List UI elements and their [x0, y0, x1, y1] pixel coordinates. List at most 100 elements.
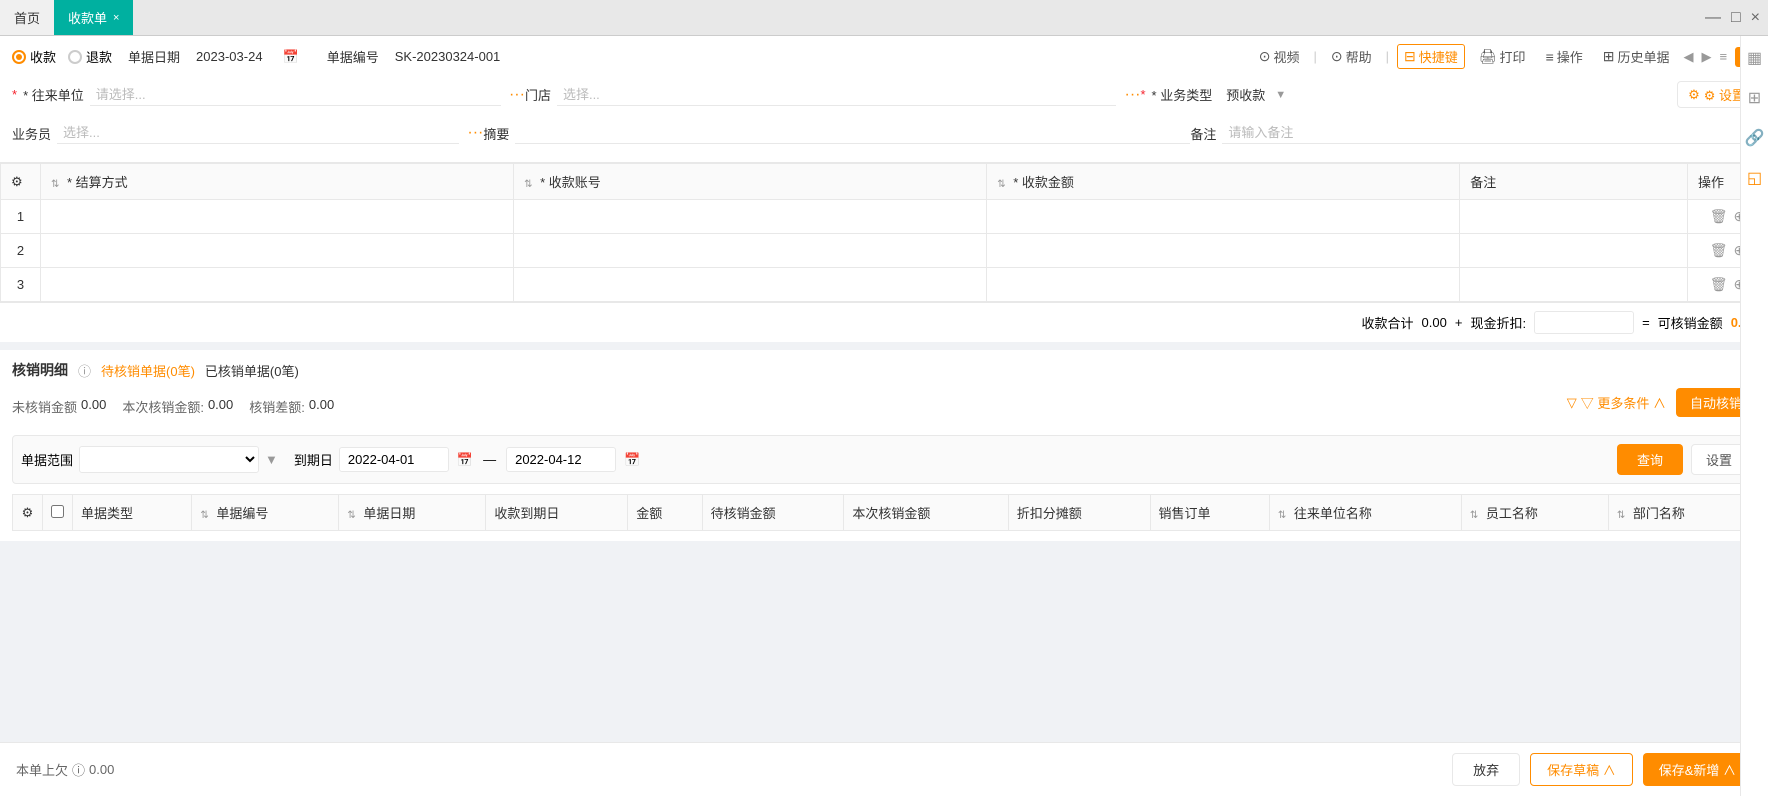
col-account-header: ⇅ * 收款账号 [514, 164, 987, 200]
radio-refund-label: 退款 [86, 47, 112, 66]
row3-settlement[interactable] [41, 268, 514, 302]
staff-input[interactable] [57, 122, 459, 144]
select-all-checkbox[interactable] [51, 505, 64, 518]
col-notes-label: 备注 [1470, 175, 1496, 190]
notes-field: 备注 [1190, 118, 1756, 148]
shop-input[interactable] [557, 84, 1117, 106]
calendar-from-icon[interactable]: 📅 [457, 452, 473, 468]
calendar-to-icon[interactable]: 📅 [624, 452, 640, 468]
cash-discount-input[interactable] [1534, 311, 1634, 334]
query-button[interactable]: 查询 [1617, 444, 1683, 475]
staff-more-icon[interactable]: ··· [467, 124, 483, 142]
row1-account[interactable] [514, 200, 987, 234]
col-settlement-label: * 结算方式 [67, 175, 128, 190]
due-date-field: 到期日 📅 — 📅 [294, 447, 640, 472]
current-value: 0.00 [208, 397, 233, 416]
row1-settlement[interactable] [41, 200, 514, 234]
date-label: 单据日期 [128, 47, 180, 66]
row2-settlement[interactable] [41, 234, 514, 268]
row2-delete-icon[interactable]: 🗑 [1710, 242, 1728, 259]
form-action-buttons: 查询 设置 [1617, 444, 1747, 475]
row3-account[interactable] [514, 268, 987, 302]
due-date-to-input[interactable] [506, 447, 616, 472]
radio-receipt[interactable]: 收款 [12, 47, 56, 66]
bottom-table-settings-icon[interactable]: ⚙ [22, 505, 34, 520]
notes-input[interactable] [1222, 122, 1756, 144]
row2-account[interactable] [514, 234, 987, 268]
shortcut-label: 快捷键 [1419, 47, 1458, 66]
business-type-dropdown-icon[interactable]: ▼ [1275, 89, 1286, 101]
form-header: 收款 退款 单据日期 2023-03-24 📅 单据编号 SK-20230324… [0, 36, 1768, 163]
video-btn[interactable]: ⊙ 视频 [1253, 45, 1306, 68]
history-label: 历史单据 [1617, 47, 1669, 66]
shortcut-btn[interactable]: ⊟ 快捷键 [1397, 44, 1465, 69]
shortcut-icon: ⊟ [1404, 48, 1416, 65]
col-counterpart-header: ⇅ 往来单位名称 [1269, 495, 1461, 531]
shop-label: 门店 [525, 85, 551, 104]
due-date-from-input[interactable] [339, 447, 449, 472]
save-new-button[interactable]: 保存&新增 ∧ [1643, 753, 1752, 786]
sidebar-expand-icon[interactable]: ◱ [1743, 164, 1766, 192]
counterpart-input[interactable] [90, 84, 501, 106]
col-checkbox-header[interactable] [43, 495, 73, 531]
table-settings-icon[interactable]: ⚙ [11, 174, 23, 189]
sidebar-link-icon[interactable]: 🔗 [1741, 124, 1768, 152]
hexiao-info-icon[interactable]: ⓘ [78, 361, 91, 380]
help-btn[interactable]: ⊙ 帮助 [1325, 45, 1378, 68]
tab-close-icon[interactable]: × [113, 12, 119, 24]
shop-more-icon[interactable]: ··· [1124, 86, 1140, 104]
hexiao-settings-button[interactable]: 设置 [1691, 444, 1747, 475]
main-content: 收款 退款 单据日期 2023-03-24 📅 单据编号 SK-20230324… [0, 36, 1768, 541]
form-fields-row2: 业务员 ··· 摘要 备注 [12, 118, 1756, 148]
right-sidebar: ▦ ⊞ 🔗 ◱ [1740, 36, 1768, 796]
hexiao-tab-done[interactable]: 已核销单据(0笔) [205, 361, 299, 380]
sidebar-grid-icon[interactable]: ⊞ [1744, 84, 1765, 112]
print-btn[interactable]: 🖨 打印 [1473, 45, 1532, 68]
col-settlement-header: ⇅ * 结算方式 [41, 164, 514, 200]
maximize-icon[interactable]: □ [1731, 9, 1741, 27]
row2-notes[interactable] [1460, 234, 1688, 268]
row1-amount[interactable] [987, 200, 1460, 234]
row3-delete-icon[interactable]: 🗑 [1710, 276, 1728, 293]
row3-notes[interactable] [1460, 268, 1688, 302]
collection-total-label: 收款合计 [1362, 313, 1414, 332]
summary-input[interactable] [515, 122, 1190, 144]
hexiao-tab-pending[interactable]: 待核销单据(0笔) [101, 361, 195, 380]
tab-current[interactable]: 收款单 × [54, 0, 133, 35]
footer-info-icon[interactable]: ⓘ [72, 760, 85, 779]
minimize-icon[interactable]: — [1705, 9, 1721, 27]
row1-notes[interactable] [1460, 200, 1688, 234]
abandon-button[interactable]: 放弃 [1452, 753, 1520, 786]
tab-bar: 首页 收款单 × — □ × [0, 0, 1768, 36]
tab-home[interactable]: 首页 [0, 0, 54, 35]
history-btn[interactable]: ⊞ 历史单据 [1597, 45, 1676, 68]
save-draft-button[interactable]: 保存草稿 ∧ [1530, 753, 1633, 786]
operation-label: 操作 [1557, 47, 1583, 66]
row2-amount[interactable] [987, 234, 1460, 268]
close-window-icon[interactable]: × [1751, 9, 1760, 27]
toolbar-right: ⊙ 视频 | ⊙ 帮助 | ⊟ 快捷键 🖨 打印 ≡ [1253, 44, 1756, 69]
history-icon: ⊞ [1603, 48, 1615, 65]
nav-next-icon[interactable]: ▶ [1702, 49, 1712, 65]
col-settings-header[interactable]: ⚙ [1, 164, 41, 200]
layout1-icon[interactable]: ≡ [1720, 49, 1728, 64]
operation-btn[interactable]: ≡ 操作 [1540, 45, 1589, 68]
doc-no-label: 单据编号 [327, 47, 379, 66]
unverified-value: 0.00 [81, 397, 106, 416]
counterpart-more-icon[interactable]: ··· [509, 86, 525, 104]
date-picker-icon[interactable]: 📅 [283, 49, 299, 65]
row1-delete-icon[interactable]: 🗑 [1710, 208, 1728, 225]
nav-prev-icon[interactable]: ◀ [1684, 49, 1694, 65]
hexiao-stats: 未核销金额 0.00 本次核销金额: 0.00 核销差额: 0.00 ▽ ▽ 更… [12, 388, 1756, 425]
range-select[interactable] [79, 446, 259, 473]
col-employee-label: 员工名称 [1486, 506, 1538, 521]
more-conditions-btn[interactable]: ▽ ▽ 更多条件 ∧ [1567, 393, 1666, 412]
col-doc-type-header: 单据类型 [73, 495, 192, 531]
due-date-label: 到期日 [294, 450, 333, 469]
row3-num: 3 [1, 268, 41, 302]
sidebar-table-icon[interactable]: ▦ [1743, 44, 1766, 72]
row3-amount[interactable] [987, 268, 1460, 302]
radio-refund[interactable]: 退款 [68, 47, 112, 66]
col-settings2-header[interactable]: ⚙ [13, 495, 43, 531]
section-separator [0, 342, 1768, 350]
